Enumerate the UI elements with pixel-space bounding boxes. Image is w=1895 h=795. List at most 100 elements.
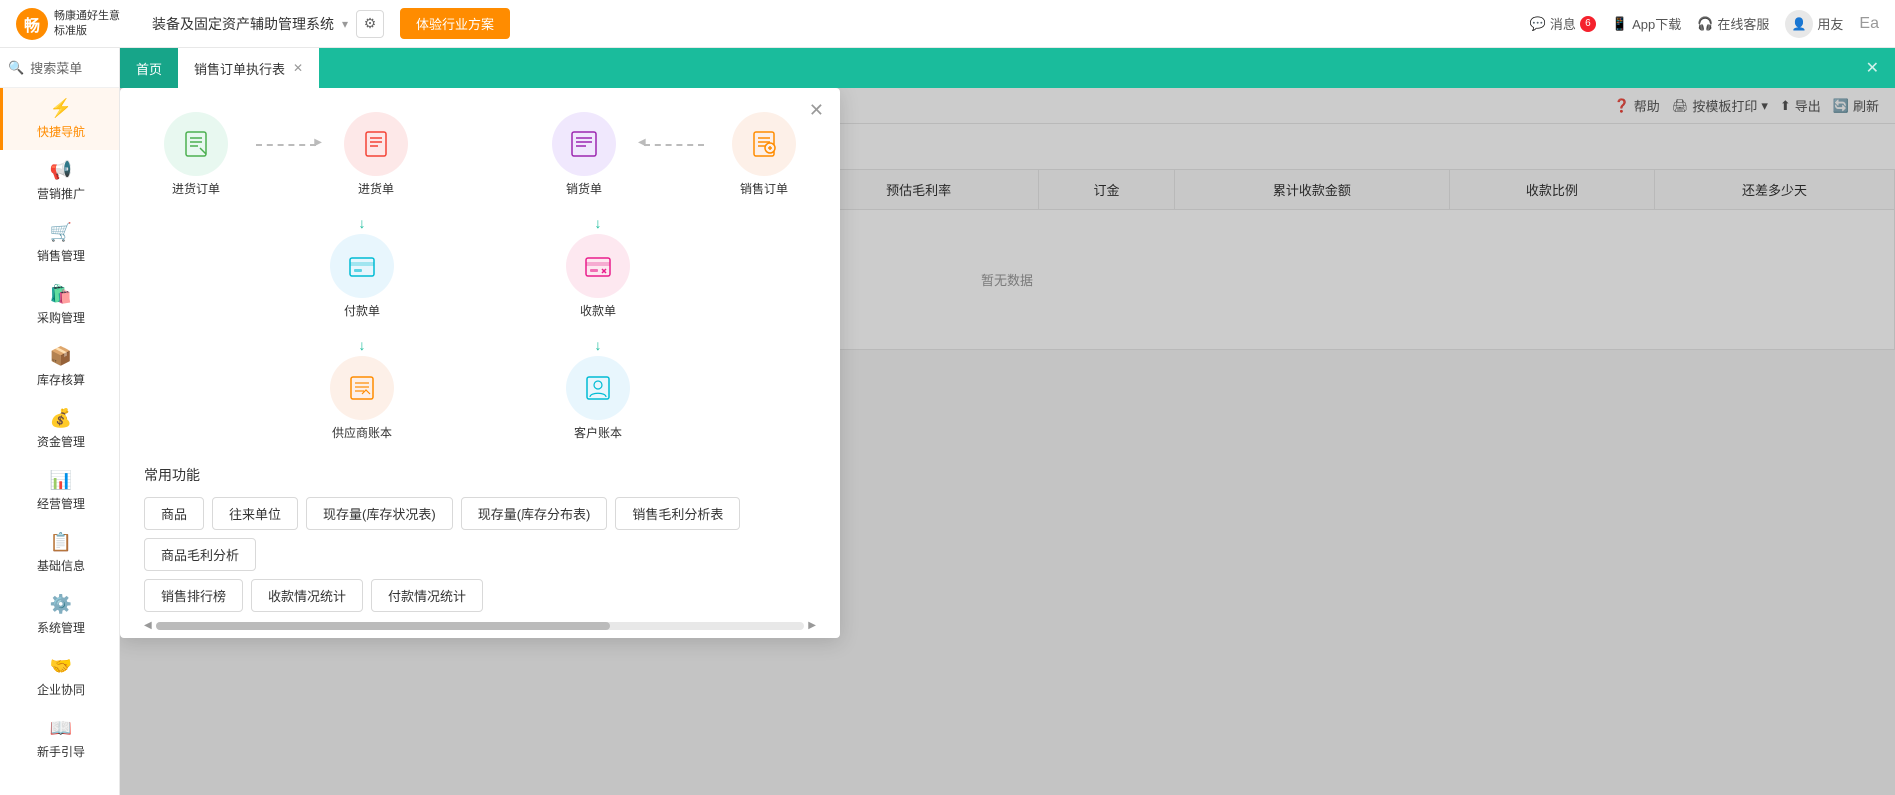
sidebar-item-system[interactable]: ⚙️ 系统管理: [0, 584, 119, 646]
message-badge: 6: [1580, 16, 1596, 32]
flow-item-purchase-bill[interactable]: 进货单: [324, 112, 428, 197]
settings-gear-button[interactable]: ⚙: [356, 10, 384, 38]
cart-icon: 🛒: [50, 222, 72, 243]
online-service-button[interactable]: 🎧 在线客服: [1697, 14, 1769, 33]
flow-row-2: ↓ 付款单: [144, 213, 816, 319]
flow-item-supplier[interactable]: 供应商账本: [330, 356, 394, 441]
sales-bill-circle: [552, 112, 616, 176]
payment-col: ↓ 付款单: [144, 213, 480, 319]
customer-col: ↓ 客户账本: [480, 335, 816, 441]
arrow-left-1: ◀: [636, 144, 712, 146]
flow-item-purchase-order[interactable]: 进货订单: [144, 112, 248, 197]
flow-item-customer[interactable]: 客户账本: [566, 356, 630, 441]
avatar: 👤: [1785, 10, 1813, 38]
app-title: 装备及固定资产辅助管理系统 ▾ ⚙ 体验行业方案: [152, 8, 1530, 39]
tab-bar: 首页 销售订单执行表 ✕ ✕: [120, 48, 1895, 88]
receipt-circle: [566, 234, 630, 298]
func-receipt-stat-button[interactable]: 收款情况统计: [251, 579, 363, 612]
scroll-track[interactable]: [156, 622, 805, 630]
sidebar-item-enterprise[interactable]: 🤝 企业协同: [0, 646, 119, 708]
search-menu-button[interactable]: 🔍 搜索菜单: [0, 48, 119, 88]
func-goods-margin-button[interactable]: 商品毛利分析: [144, 538, 256, 571]
flow-item-receipt[interactable]: 收款单: [566, 234, 630, 319]
receipt-col: ↓: [480, 213, 816, 319]
sidebar-item-purchase[interactable]: 🛍️ 采购管理: [0, 274, 119, 336]
flow-item-sales-bill[interactable]: 销货单: [532, 112, 636, 197]
sidebar-item-inventory[interactable]: 📦 库存核算: [0, 336, 119, 398]
receipt-label: 收款单: [580, 302, 616, 319]
message-button[interactable]: 💬 消息 6: [1530, 14, 1596, 33]
supplier-col: ↓: [144, 335, 480, 441]
header-right: 💬 消息 6 📱 App下载 🎧 在线客服 👤 用友 Ea: [1530, 10, 1879, 38]
func-payment-stat-button[interactable]: 付款情况统计: [371, 579, 483, 612]
content-area: 首页 销售订单执行表 ✕ ✕ ❓ 帮助 🖨 按模板打印 ▾: [120, 48, 1895, 795]
purchase-order-label: 进货订单: [172, 180, 220, 197]
app-title-text: 装备及固定资产辅助管理系统: [152, 14, 334, 34]
tab-sales-order-exec[interactable]: 销售订单执行表 ✕: [178, 48, 319, 88]
supplier-label: 供应商账本: [332, 424, 392, 441]
shopping-icon: 🛍️: [50, 284, 72, 305]
money-icon: 💰: [50, 408, 72, 429]
flow-item-payment[interactable]: 付款单: [330, 234, 394, 319]
func-stock-status-button[interactable]: 现存量(库存状况表): [306, 497, 453, 530]
sidebar-item-capital[interactable]: 💰 资金管理: [0, 398, 119, 460]
modal-close-button[interactable]: ✕: [809, 100, 824, 121]
common-func-title: 常用功能: [144, 465, 816, 485]
func-partner-button[interactable]: 往来单位: [212, 497, 298, 530]
func-goods-button[interactable]: 商品: [144, 497, 204, 530]
func-sales-margin-button[interactable]: 销售毛利分析表: [615, 497, 740, 530]
customer-circle: [566, 356, 630, 420]
main-layout: 🔍 搜索菜单 ⚡ 快捷导航 📢 营销推广 🛒 销售管理 🛍️ 采购管理 📦 库存…: [0, 48, 1895, 795]
logo-area: 畅 畅康通好生意 标准版: [16, 8, 136, 40]
page-content: ❓ 帮助 🖨 按模板打印 ▾ ⬆ 导出 🔄 刷新: [120, 88, 1895, 795]
sidebar-item-newbie[interactable]: 📖 新手引导: [0, 708, 119, 770]
flow-row-3: ↓: [144, 335, 816, 441]
tab-home[interactable]: 首页: [120, 48, 178, 88]
ea-label: Ea: [1859, 15, 1879, 33]
func-stock-dist-button[interactable]: 现存量(库存分布表): [461, 497, 608, 530]
down-arrow-customer: ↓: [595, 335, 602, 356]
logo-icon: 畅: [16, 8, 48, 40]
flow-item-sales-order[interactable]: 销售订单: [712, 112, 816, 197]
box-icon: 📦: [50, 346, 72, 367]
scroll-left-button[interactable]: ◀: [144, 620, 152, 631]
tab-close-icon[interactable]: ✕: [293, 61, 303, 75]
quick-guide-modal: ✕: [120, 88, 840, 638]
logo-text: 畅康通好生意 标准版: [54, 9, 120, 38]
dropdown-arrow-icon[interactable]: ▾: [342, 17, 348, 31]
headset-icon: 🎧: [1697, 16, 1713, 32]
top-header: 畅 畅康通好生意 标准版 装备及固定资产辅助管理系统 ▾ ⚙ 体验行业方案 💬 …: [0, 0, 1895, 48]
tab-close-all-icon[interactable]: ✕: [1850, 58, 1895, 78]
sidebar-item-quick-guide[interactable]: ⚡ 快捷导航: [0, 88, 119, 150]
sidebar-item-marketing[interactable]: 📢 营销推广: [0, 150, 119, 212]
download-icon: 📱: [1612, 16, 1628, 32]
sidebar-item-basic[interactable]: 📋 基础信息: [0, 522, 119, 584]
experience-button[interactable]: 体验行业方案: [400, 8, 510, 39]
payment-circle: [330, 234, 394, 298]
down-arrow-receipt: ↓: [595, 213, 602, 234]
payment-label: 付款单: [344, 302, 380, 319]
message-icon: 💬: [1530, 16, 1546, 32]
modal-overlay: ✕: [120, 88, 1895, 795]
lightning-icon: ⚡: [50, 98, 72, 119]
func-buttons-row2: 销售排行榜 收款情况统计 付款情况统计: [144, 579, 816, 612]
customer-label: 客户账本: [574, 424, 622, 441]
sidebar: 🔍 搜索菜单 ⚡ 快捷导航 📢 营销推广 🛒 销售管理 🛍️ 采购管理 📦 库存…: [0, 48, 120, 795]
modal-scrollbar: ◀ ▶: [144, 620, 816, 631]
scroll-right-button[interactable]: ▶: [808, 620, 816, 631]
purchase-order-circle: [164, 112, 228, 176]
user-menu-button[interactable]: 👤 用友: [1785, 10, 1843, 38]
handshake-icon: 🤝: [50, 656, 72, 677]
app-download-button[interactable]: 📱 App下载: [1612, 14, 1681, 33]
sales-order-label: 销售订单: [740, 180, 788, 197]
func-buttons-row1: 商品 往来单位 现存量(库存状况表) 现存量(库存分布表) 销售毛利分析表 商品…: [144, 497, 816, 571]
down-arrow-supplier: ↓: [359, 335, 366, 356]
func-sales-rank-button[interactable]: 销售排行榜: [144, 579, 243, 612]
book-icon: 📖: [50, 718, 72, 739]
chart-icon: 📊: [50, 470, 72, 491]
sidebar-item-business[interactable]: 📊 经营管理: [0, 460, 119, 522]
gear-icon: ⚙️: [50, 594, 72, 615]
down-arrow-payment: ↓: [359, 213, 366, 234]
sidebar-item-sales[interactable]: 🛒 销售管理: [0, 212, 119, 274]
sales-bill-label: 销货单: [566, 180, 602, 197]
